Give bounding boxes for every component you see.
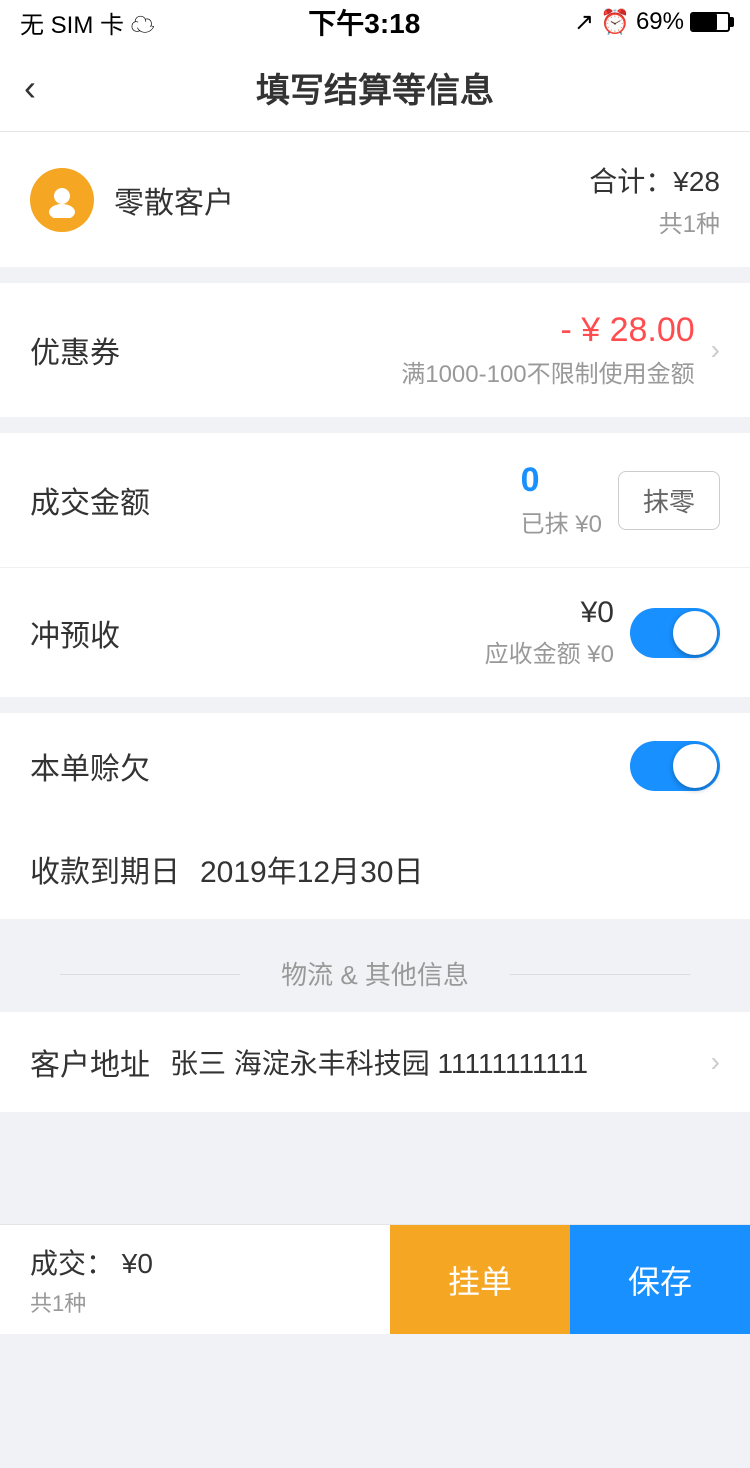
credit-section: 本单赊欠 收款到期日 2019年12月30日	[0, 713, 750, 919]
battery-icon	[690, 12, 730, 32]
due-date-row: 收款到期日 2019年12月30日	[0, 819, 750, 919]
status-time: 下午3:18	[308, 2, 420, 42]
transaction-value: 0	[521, 461, 602, 500]
chevron-right-icon: ›	[711, 334, 720, 366]
coupon-row[interactable]: 优惠券 - ¥ 28.00 满1000-100不限制使用金额 ›	[0, 283, 750, 417]
bottom-bar: 成交： ¥0 共1种 挂单 保存	[0, 1224, 750, 1334]
customer-row: 零散客户 合计：¥28 共1种	[0, 132, 750, 267]
coupon-value-block: - ¥ 28.00 满1000-100不限制使用金额	[401, 311, 694, 389]
prepayment-label: 冲预收	[30, 611, 120, 655]
transaction-label: 成交金额	[30, 478, 150, 522]
logistics-label: 物流 & 其他信息	[281, 960, 469, 990]
customer-count: 共1种	[589, 204, 720, 239]
due-date-value: 2019年12月30日	[200, 847, 423, 891]
back-button[interactable]: ‹	[24, 67, 36, 109]
prepayment-row: 冲预收 ¥0 应收金额 ¥0	[0, 567, 750, 697]
prepayment-toggle[interactable]	[630, 608, 720, 658]
customer-left: 零散客户	[30, 168, 234, 232]
customer-right: 合计：¥28 共1种	[589, 160, 720, 239]
nav-bar: ‹ 填写结算等信息	[0, 44, 750, 132]
battery-percent: 69%	[636, 8, 684, 36]
avatar	[30, 168, 94, 232]
credit-toggle[interactable]	[630, 741, 720, 791]
status-right: ↗ ⏰ 69%	[574, 8, 730, 37]
transaction-row: 成交金额 0 已抹 ¥0 抹零	[0, 433, 750, 567]
prepayment-right: ¥0 应收金额 ¥0	[485, 596, 720, 669]
prepayment-value: ¥0	[485, 596, 614, 630]
prepayment-value-block: ¥0 应收金额 ¥0	[485, 596, 614, 669]
page-title: 填写结算等信息	[256, 63, 494, 112]
bottom-info: 成交： ¥0 共1种	[0, 1225, 390, 1334]
bottom-deal-count: 共1种	[30, 1286, 360, 1318]
coupon-section: 优惠券 - ¥ 28.00 满1000-100不限制使用金额 ›	[0, 283, 750, 417]
transaction-sub: 已抹 ¥0	[521, 504, 602, 539]
transaction-right: 0 已抹 ¥0 抹零	[521, 461, 720, 539]
address-chevron-icon: ›	[711, 1046, 720, 1078]
status-left: 无 SIM 卡 ☁	[20, 5, 155, 40]
coupon-label: 优惠券	[30, 328, 120, 372]
credit-label: 本单赊欠	[30, 744, 150, 788]
address-row[interactable]: 客户地址 张三 海淀永丰科技园 11111111111 ›	[0, 1012, 750, 1112]
toggle-knob	[673, 611, 717, 655]
alarm-icon: ⏰	[600, 8, 630, 37]
customer-name: 零散客户	[114, 178, 234, 222]
address-value: 张三 海淀永丰科技园 11111111111	[170, 1042, 711, 1082]
coupon-discount: - ¥ 28.00	[401, 311, 694, 350]
credit-toggle-knob	[673, 744, 717, 788]
coupon-right: - ¥ 28.00 满1000-100不限制使用金额 ›	[401, 311, 720, 389]
round-down-button[interactable]: 抹零	[618, 471, 720, 530]
due-date-label: 收款到期日	[30, 847, 180, 891]
status-bar: 无 SIM 卡 ☁ 下午3:18 ↗ ⏰ 69%	[0, 0, 750, 44]
customer-total: 合计：¥28	[589, 160, 720, 200]
transaction-value-block: 0 已抹 ¥0	[521, 461, 602, 539]
prepayment-sub: 应收金额 ¥0	[485, 634, 614, 669]
logistics-divider: 物流 & 其他信息	[0, 935, 750, 1012]
save-button[interactable]: 保存	[570, 1225, 750, 1334]
credit-right	[630, 741, 720, 791]
hang-order-button[interactable]: 挂单	[390, 1225, 570, 1334]
bottom-deal-amount: 成交： ¥0	[30, 1242, 360, 1282]
customer-section: 零散客户 合计：¥28 共1种	[0, 132, 750, 267]
transaction-section: 成交金额 0 已抹 ¥0 抹零 冲预收 ¥0 应收金额 ¥0	[0, 433, 750, 697]
coupon-note: 满1000-100不限制使用金额	[401, 354, 694, 389]
location-icon: ↗	[574, 8, 594, 37]
address-label: 客户地址	[30, 1040, 150, 1084]
sim-status: 无 SIM 卡 ☁	[20, 5, 155, 40]
address-section: 客户地址 张三 海淀永丰科技园 11111111111 ›	[0, 1012, 750, 1112]
credit-row: 本单赊欠	[0, 713, 750, 819]
